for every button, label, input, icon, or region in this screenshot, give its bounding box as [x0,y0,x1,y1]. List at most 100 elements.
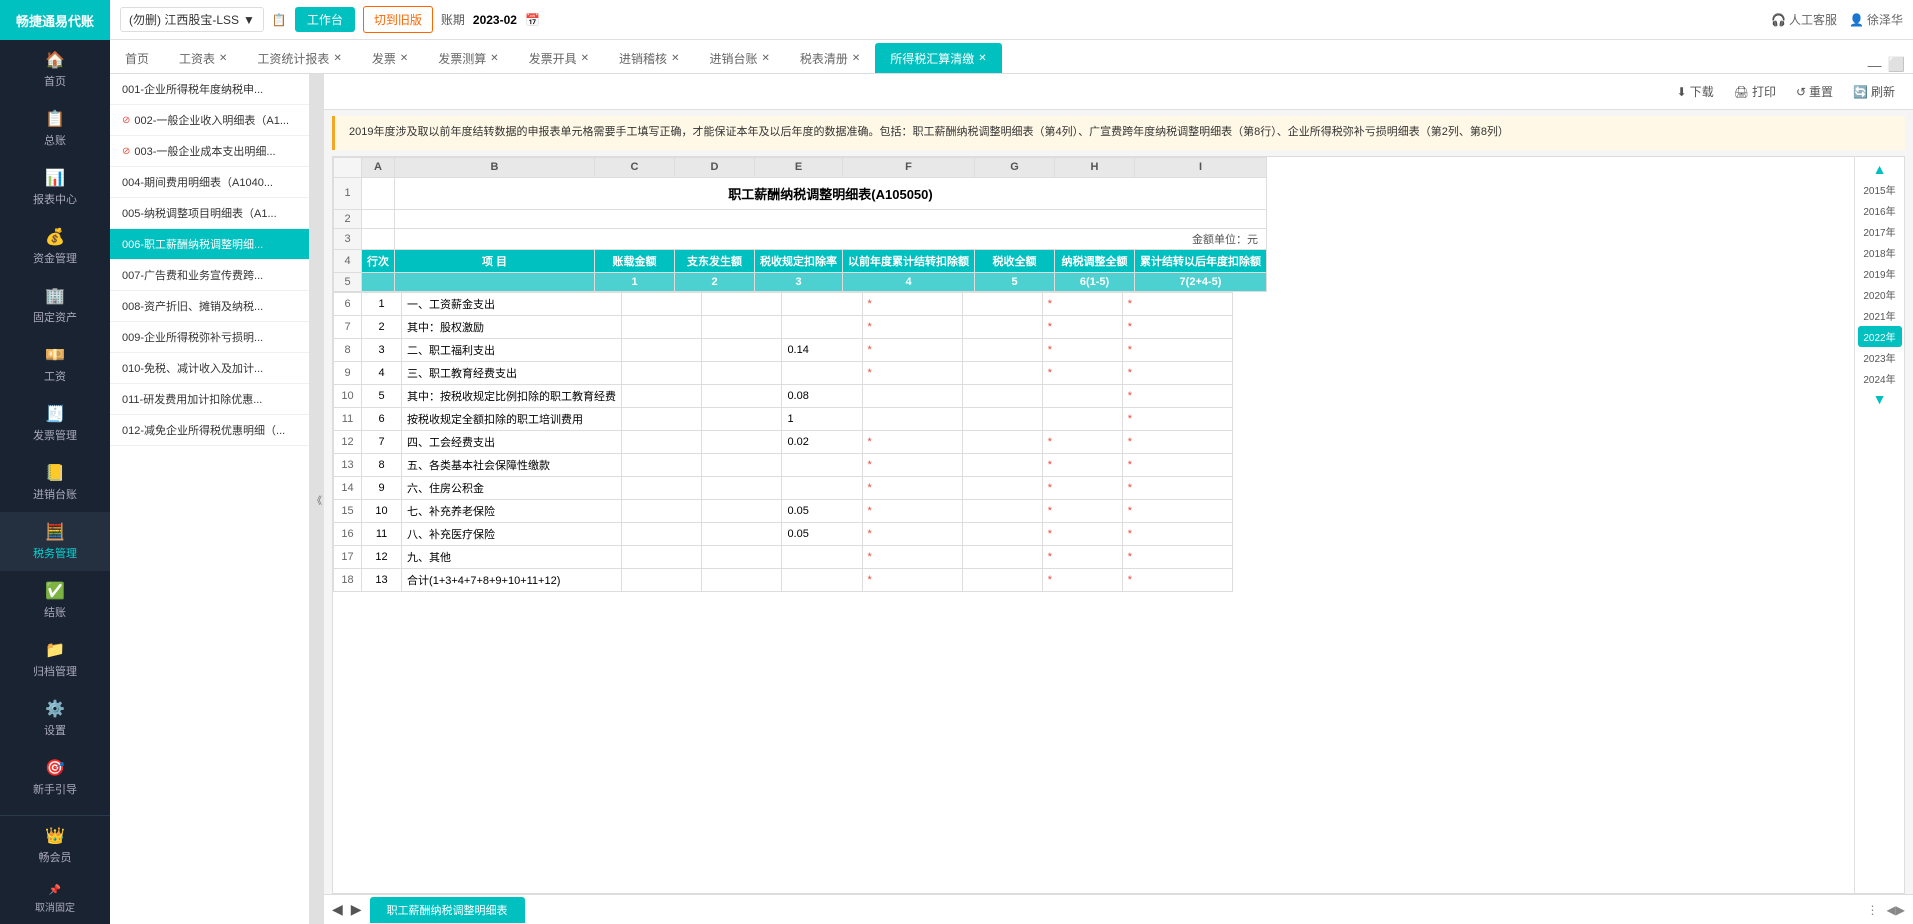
year-up-button[interactable]: ▲ [1873,161,1887,177]
panel-item-005[interactable]: 005-纳税调整项目明细表（A1... [110,198,309,229]
refresh-button[interactable]: 🔄 刷新 [1847,80,1901,103]
year-down-button[interactable]: ▼ [1873,391,1887,407]
panel-item-006[interactable]: 006-职工薪酬纳税调整明细... [110,229,309,260]
table-row[interactable]: 1813合计(1+3+4+7+8+9+10+11+12)*** [334,568,1233,591]
table-row[interactable]: 83二、职工福利支出0.14*** [334,338,1233,361]
year-button[interactable]: 2021年 [1858,305,1902,326]
panel-item-003[interactable]: ⊘ 003-一般企业成本支出明细... [110,136,309,167]
more-options-icon[interactable]: ⋮ [1867,903,1879,917]
table-row[interactable]: 127四、工会经费支出0.02*** [334,430,1233,453]
tab-inout-ledger[interactable]: 进销台账✕ [694,43,784,73]
switch-old-button[interactable]: 切到旧版 [363,6,433,33]
tab-close-inout-ledger[interactable]: ✕ [761,53,769,64]
table-row[interactable]: 138五、各类基本社会保障性缴款*** [334,453,1233,476]
company-selector[interactable]: (勿删) 江西股宝-LSS ▼ [120,7,264,32]
sidebar-item-salary[interactable]: 💴 工资 [0,335,110,394]
tab-tax-book[interactable]: 税表清册✕ [785,43,875,73]
scroll-right-icon[interactable]: ▶ [1896,903,1905,917]
col-i-header: I [1135,157,1267,177]
sidebar-item-ledger[interactable]: 📋 总账 [0,99,110,158]
tab-invoice-open[interactable]: 发票开具✕ [514,43,604,73]
panel-item-012[interactable]: 012-减免企业所得税优惠明细（... [110,415,309,446]
year-button[interactable]: 2016年 [1858,200,1902,221]
invoice-icon: 🧾 [45,404,65,424]
col-g-num: 5 [975,272,1055,291]
sidebar-item-guide[interactable]: 🎯 新手引导 [0,748,110,807]
year-button[interactable]: 2023年 [1858,347,1902,368]
panel-item-007[interactable]: 007-广告费和业务宣传费跨... [110,260,309,291]
sidebar-item-settings[interactable]: ⚙️ 设置 [0,689,110,748]
panel-item-002[interactable]: ⊘ 002-一般企业收入明细表（A1... [110,105,309,136]
tab-inout-check[interactable]: 进销稽核✕ [604,43,694,73]
tab-close-invoice[interactable]: ✕ [400,53,408,64]
col-f-label: 以前年度累计结转扣除额 [843,249,975,272]
tab-close-tax-book[interactable]: ✕ [852,53,860,64]
reset-button[interactable]: ↺ 重置 [1790,80,1839,103]
year-button[interactable]: 2022年 [1858,326,1902,347]
tab-close-invoice-calc[interactable]: ✕ [490,53,498,64]
table-row[interactable]: 105其中：按税收规定比例扣除的职工教育经费0.08* [334,384,1233,407]
tab-close-invoice-open[interactable]: ✕ [581,53,589,64]
scroll-left-icon[interactable]: ◀ [1887,903,1896,917]
sheet-tab-main[interactable]: 职工薪酬纳税调整明细表 [370,897,525,923]
service-button[interactable]: 🎧 人工客服 [1771,11,1837,28]
sheet-nav-right[interactable]: ▶ [351,901,362,918]
year-button[interactable]: 2024年 [1858,368,1902,389]
calendar-icon[interactable]: 📅 [525,13,540,27]
member-icon: 👑 [45,826,65,846]
sidebar-item-reports[interactable]: 📊 报表中心 [0,158,110,217]
year-button[interactable]: 2019年 [1858,263,1902,284]
table-row[interactable]: 72其中：股权激励*** [334,315,1233,338]
tab-close-salary-stats[interactable]: ✕ [333,53,341,64]
col-d-num: 2 [675,272,755,291]
tab-home[interactable]: 首页 [110,43,164,73]
sidebar-item-home[interactable]: 🏠 首页 [0,40,110,99]
table-row[interactable]: 149六、住房公积金*** [334,476,1233,499]
year-button[interactable]: 2015年 [1858,179,1902,200]
col-f-header: F [843,157,975,177]
tab-salary[interactable]: 工资表✕ [164,43,242,73]
year-button[interactable]: 2018年 [1858,242,1902,263]
workspace-button[interactable]: 工作台 [295,7,355,32]
user-area[interactable]: 👤 徐泽华 [1849,11,1903,28]
tab-invoice-calc[interactable]: 发票测算✕ [423,43,513,73]
sidebar-item-archive[interactable]: 📁 归档管理 [0,630,110,689]
panel-item-004[interactable]: 004-期间费用明细表（A1040... [110,167,309,198]
sidebar-item-tax[interactable]: 🧮 税务管理 [0,512,110,571]
sidebar-item-inout[interactable]: 📒 进销台账 [0,453,110,512]
year-button[interactable]: 2020年 [1858,284,1902,305]
sheet-main[interactable]: A B C D E F G H I [333,157,1854,893]
table-row[interactable]: 61一、工资薪金支出*** [334,292,1233,315]
sidebar-item-invoice[interactable]: 🧾 发票管理 [0,394,110,453]
tab-income-tax[interactable]: 所得税汇算清缴✕ [875,43,1001,73]
minimize-icon[interactable]: — [1868,57,1882,73]
sidebar-label: 设置 [44,722,66,738]
sidebar-item-close[interactable]: ✅ 结账 [0,571,110,630]
sidebar-item-funds[interactable]: 💰 资金管理 [0,217,110,276]
table-row[interactable]: 1611八、补充医疗保险0.05*** [334,522,1233,545]
panel-item-001[interactable]: 001-企业所得税年度纳税申... [110,74,309,105]
panel-item-009[interactable]: 009-企业所得税弥补亏损明... [110,322,309,353]
panel-item-008[interactable]: 008-资产折旧、摊销及纳税... [110,291,309,322]
table-row[interactable]: 1510七、补充养老保险0.05*** [334,499,1233,522]
unpin-button[interactable]: 📌 取消固定 [0,875,110,924]
panel-item-011[interactable]: 011-研发费用加计扣除优惠... [110,384,309,415]
sheet-nav-left[interactable]: ◀ [332,901,343,918]
sidebar-item-member[interactable]: 👑 畅会员 [0,816,110,875]
tab-close-inout-check[interactable]: ✕ [671,53,679,64]
panel-item-010[interactable]: 010-免税、减计收入及加计... [110,353,309,384]
year-button[interactable]: 2017年 [1858,221,1902,242]
tab-close-salary[interactable]: ✕ [219,53,227,64]
tab-close-income-tax[interactable]: ✕ [978,53,986,64]
table-row[interactable]: 1712九、其他*** [334,545,1233,568]
print-button[interactable]: 🖨 打印 [1728,80,1782,103]
tab-salary-stats[interactable]: 工资统计报表✕ [242,43,356,73]
tab-invoice[interactable]: 发票✕ [357,43,423,73]
table-row[interactable]: 116按税收规定全额扣除的职工培训费用1* [334,407,1233,430]
collapse-panel-button[interactable]: 《 [310,74,324,924]
sidebar-item-assets[interactable]: 🏢 固定资产 [0,276,110,335]
maximize-icon[interactable]: ⬜ [1888,56,1905,73]
copy-icon[interactable]: 📋 [272,13,287,27]
table-row[interactable]: 94三、职工教育经费支出*** [334,361,1233,384]
download-button[interactable]: ⬇ 下载 [1671,80,1720,103]
